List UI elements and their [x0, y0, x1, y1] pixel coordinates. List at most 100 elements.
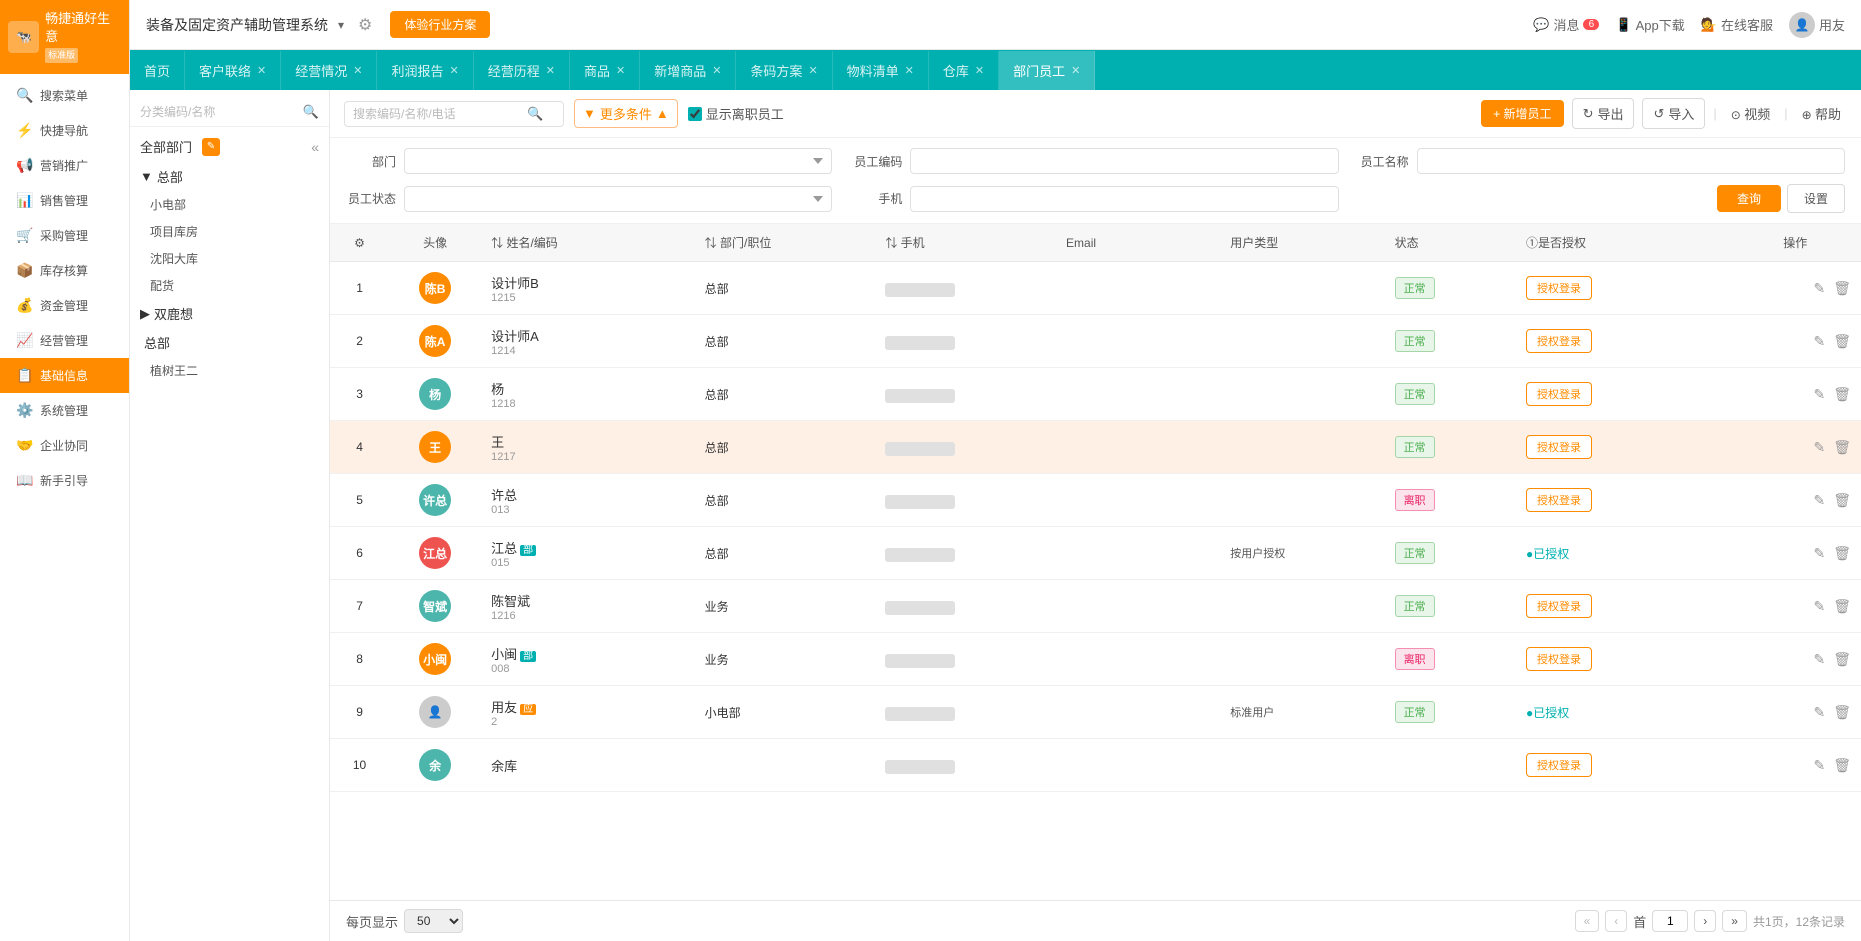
filter-status-select[interactable]: [404, 186, 832, 212]
sidebar-item-quick[interactable]: ⚡ 快捷导航: [0, 113, 129, 148]
row-auth[interactable]: 授权登录: [1516, 315, 1730, 368]
authorize-btn[interactable]: 授权登录: [1526, 647, 1592, 671]
query-btn[interactable]: 查询: [1717, 185, 1781, 212]
delete-btn[interactable]: 🗑: [1833, 598, 1851, 615]
tree-item-small-elec[interactable]: 小电部: [130, 191, 329, 218]
settings-btn[interactable]: 设置: [1787, 184, 1845, 213]
sidebar-item-guide[interactable]: 📖 新手引导: [0, 463, 129, 498]
edit-btn[interactable]: ✎: [1813, 545, 1825, 562]
tab-close-barcode[interactable]: ✕: [808, 64, 817, 77]
row-auth[interactable]: 授权登录: [1516, 262, 1730, 315]
sidebar-item-system[interactable]: ⚙️ 系统管理: [0, 393, 129, 428]
export-btn[interactable]: ↻ 导出: [1572, 98, 1635, 129]
online-service-btn[interactable]: 💁 在线客服: [1701, 15, 1773, 34]
tab-operation-status[interactable]: 经营情况 ✕: [281, 51, 377, 90]
sidebar-item-purchase[interactable]: 🛒 采购管理: [0, 218, 129, 253]
edit-btn[interactable]: ✎: [1813, 704, 1825, 721]
edit-btn[interactable]: ✎: [1813, 598, 1825, 615]
filter-empname-input[interactable]: [1417, 148, 1845, 174]
edit-btn[interactable]: ✎: [1813, 492, 1825, 509]
authorize-btn[interactable]: 授权登录: [1526, 276, 1592, 300]
per-page-select[interactable]: 50 100: [404, 909, 463, 933]
edit-btn[interactable]: ✎: [1813, 651, 1825, 668]
delete-btn[interactable]: 🗑: [1833, 704, 1851, 721]
delete-btn[interactable]: 🗑: [1833, 439, 1851, 456]
authorize-btn[interactable]: 授权登录: [1526, 329, 1592, 353]
tree-parent-double-deer[interactable]: ▶ 双鹿想: [130, 299, 329, 328]
edit-btn[interactable]: ✎: [1813, 280, 1825, 297]
tab-close-new-goods[interactable]: ✕: [712, 64, 721, 77]
experience-btn[interactable]: 体验行业方案: [390, 11, 490, 38]
delete-btn[interactable]: 🗑: [1833, 333, 1851, 350]
user-btn[interactable]: 👤 用友: [1789, 12, 1845, 38]
tab-close-employee[interactable]: ✕: [1071, 64, 1080, 77]
row-auth[interactable]: 授权登录: [1516, 739, 1730, 792]
filter-empcode-input[interactable]: [910, 148, 1338, 174]
edit-btn[interactable]: ✎: [1813, 333, 1825, 350]
first-page-btn[interactable]: «: [1575, 910, 1600, 932]
delete-btn[interactable]: 🗑: [1833, 492, 1851, 509]
delete-btn[interactable]: 🗑: [1833, 386, 1851, 403]
last-page-btn[interactable]: »: [1722, 910, 1747, 932]
row-auth[interactable]: 授权登录: [1516, 368, 1730, 421]
tab-barcode[interactable]: 条码方案 ✕: [736, 51, 832, 90]
tree-search-input[interactable]: [140, 105, 303, 119]
delete-btn[interactable]: 🗑: [1833, 757, 1851, 774]
tree-parent-general[interactable]: ▼ 总部: [130, 162, 329, 191]
tab-close-warehouse[interactable]: ✕: [975, 64, 984, 77]
row-auth[interactable]: 授权登录: [1516, 421, 1730, 474]
sidebar-item-inventory[interactable]: 📦 库存核算: [0, 253, 129, 288]
tab-bom[interactable]: 物料清单 ✕: [833, 51, 929, 90]
view-btn[interactable]: ⊙ 视频: [1725, 99, 1776, 128]
row-auth[interactable]: 授权登录: [1516, 633, 1730, 686]
authorize-btn[interactable]: 授权登录: [1526, 594, 1592, 618]
app-download-btn[interactable]: 📱 App下载: [1615, 15, 1684, 34]
tree-search-icon[interactable]: 🔍: [303, 104, 319, 120]
tree-parent-headquarter[interactable]: 总部: [130, 328, 329, 357]
row-auth[interactable]: 授权登录: [1516, 474, 1730, 527]
authorize-btn[interactable]: 授权登录: [1526, 382, 1592, 406]
show-resigned-toggle[interactable]: 显示离职员工: [688, 104, 784, 123]
tree-item-shenyang[interactable]: 沈阳大库: [130, 245, 329, 272]
sidebar-item-operation[interactable]: 📈 经营管理: [0, 323, 129, 358]
tab-home[interactable]: 首页: [130, 51, 185, 90]
row-auth[interactable]: 授权登录: [1516, 580, 1730, 633]
add-employee-btn[interactable]: + 新增员工: [1481, 100, 1563, 127]
delete-btn[interactable]: 🗑: [1833, 545, 1851, 562]
tab-goods[interactable]: 商品 ✕: [570, 51, 640, 90]
tree-collapse-btn[interactable]: «: [311, 139, 319, 155]
tree-item-delivery[interactable]: 配货: [130, 272, 329, 299]
import-btn[interactable]: ↺ 导入: [1642, 98, 1705, 129]
tab-new-goods[interactable]: 新增商品 ✕: [640, 51, 736, 90]
delete-btn[interactable]: 🗑: [1833, 280, 1851, 297]
sidebar-item-basic[interactable]: 📋 基础信息: [0, 358, 129, 393]
edit-btn[interactable]: ✎: [1813, 439, 1825, 456]
sidebar-item-marketing[interactable]: 📢 营销推广: [0, 148, 129, 183]
gear-icon[interactable]: ⚙: [358, 15, 372, 35]
next-page-btn[interactable]: ›: [1694, 910, 1716, 932]
tree-edit-icon[interactable]: ✎: [202, 138, 220, 156]
search-input[interactable]: [353, 107, 523, 121]
system-select[interactable]: ▾: [338, 18, 344, 32]
toolbar-search-icon[interactable]: 🔍: [527, 106, 543, 122]
tab-employee[interactable]: 部门员工 ✕: [999, 51, 1095, 90]
authorize-btn[interactable]: 授权登录: [1526, 753, 1592, 777]
show-resigned-checkbox[interactable]: [688, 107, 702, 121]
edit-btn[interactable]: ✎: [1813, 757, 1825, 774]
tab-close-goods[interactable]: ✕: [616, 64, 625, 77]
tab-profit[interactable]: 利润报告 ✕: [377, 51, 473, 90]
tree-item-project-room[interactable]: 项目库房: [130, 218, 329, 245]
authorize-btn[interactable]: 授权登录: [1526, 435, 1592, 459]
tab-history[interactable]: 经营历程 ✕: [474, 51, 570, 90]
tab-customer[interactable]: 客户联络 ✕: [185, 51, 281, 90]
page-input[interactable]: [1652, 910, 1688, 932]
authorize-btn[interactable]: 授权登录: [1526, 488, 1592, 512]
filter-dept-select[interactable]: [404, 148, 832, 174]
tab-warehouse[interactable]: 仓库 ✕: [929, 51, 999, 90]
help-btn[interactable]: ⊕ 帮助: [1796, 99, 1847, 128]
tab-close-bom[interactable]: ✕: [905, 64, 914, 77]
sidebar-item-search[interactable]: 🔍 搜索菜单: [0, 78, 129, 113]
delete-btn[interactable]: 🗑: [1833, 651, 1851, 668]
tab-close-customer[interactable]: ✕: [257, 64, 266, 77]
tab-close-operation-status[interactable]: ✕: [353, 64, 362, 77]
